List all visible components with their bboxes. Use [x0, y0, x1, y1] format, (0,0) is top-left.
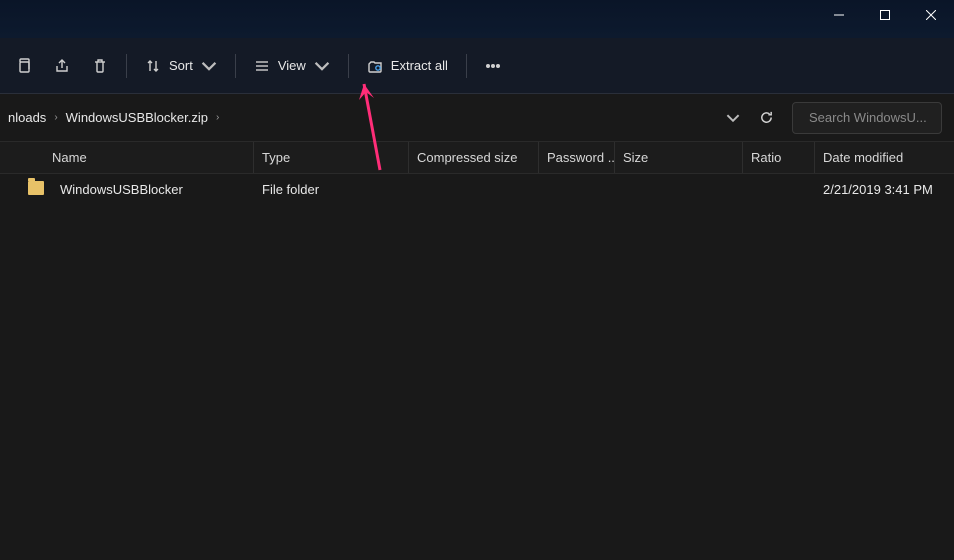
titlebar[interactable] — [0, 0, 954, 38]
maximize-button[interactable] — [862, 0, 908, 30]
file-name: WindowsUSBBlocker — [52, 182, 254, 197]
breadcrumb[interactable]: nloads › WindowsUSBBlocker.zip › — [0, 102, 714, 134]
column-header-size[interactable]: Size — [615, 142, 743, 173]
address-bar-row: nloads › WindowsUSBBlocker.zip › — [0, 94, 954, 142]
list-item[interactable]: WindowsUSBBlocker File folder 2/21/2019 … — [0, 174, 954, 204]
column-header-date[interactable]: Date modified — [815, 142, 954, 173]
more-icon — [485, 58, 501, 74]
column-headers: Name Type Compressed size Password ... S… — [0, 142, 954, 174]
column-header-password[interactable]: Password ... — [539, 142, 615, 173]
chevron-down-icon — [201, 58, 217, 74]
file-type: File folder — [254, 182, 409, 197]
column-header-compressed[interactable]: Compressed size — [409, 142, 539, 173]
toolbar-divider — [348, 54, 349, 78]
view-label: View — [278, 58, 306, 73]
breadcrumb-segment[interactable]: nloads — [8, 110, 46, 125]
file-explorer-window: Sort View Extract all nloads › WindowsUS… — [0, 0, 954, 560]
toolbar-divider — [466, 54, 467, 78]
refresh-button[interactable] — [752, 104, 780, 132]
sort-label: Sort — [169, 58, 193, 73]
copy-button[interactable] — [6, 48, 42, 84]
delete-button[interactable] — [82, 48, 118, 84]
toolbar-divider — [126, 54, 127, 78]
minimize-button[interactable] — [816, 0, 862, 30]
search-input[interactable] — [809, 110, 954, 125]
address-dropdown-icon[interactable] — [726, 111, 740, 125]
column-header-ratio[interactable]: Ratio — [743, 142, 815, 173]
toolbar: Sort View Extract all — [0, 38, 954, 94]
extract-all-label: Extract all — [391, 58, 448, 73]
file-list[interactable]: WindowsUSBBlocker File folder 2/21/2019 … — [0, 174, 954, 560]
view-button[interactable]: View — [244, 48, 340, 84]
extract-icon — [367, 58, 383, 74]
more-button[interactable] — [475, 48, 511, 84]
chevron-down-icon — [314, 58, 330, 74]
sort-button[interactable]: Sort — [135, 48, 227, 84]
extract-all-button[interactable]: Extract all — [357, 48, 458, 84]
file-date: 2/21/2019 3:41 PM — [815, 182, 954, 197]
chevron-right-icon: › — [214, 112, 221, 123]
chevron-right-icon: › — [52, 112, 59, 123]
folder-icon — [28, 181, 44, 197]
search-box[interactable] — [792, 102, 942, 134]
column-header-name[interactable]: Name — [44, 142, 254, 173]
close-button[interactable] — [908, 0, 954, 30]
toolbar-divider — [235, 54, 236, 78]
column-header-type[interactable]: Type — [254, 142, 409, 173]
share-button[interactable] — [44, 48, 80, 84]
breadcrumb-segment[interactable]: WindowsUSBBlocker.zip — [66, 110, 208, 125]
